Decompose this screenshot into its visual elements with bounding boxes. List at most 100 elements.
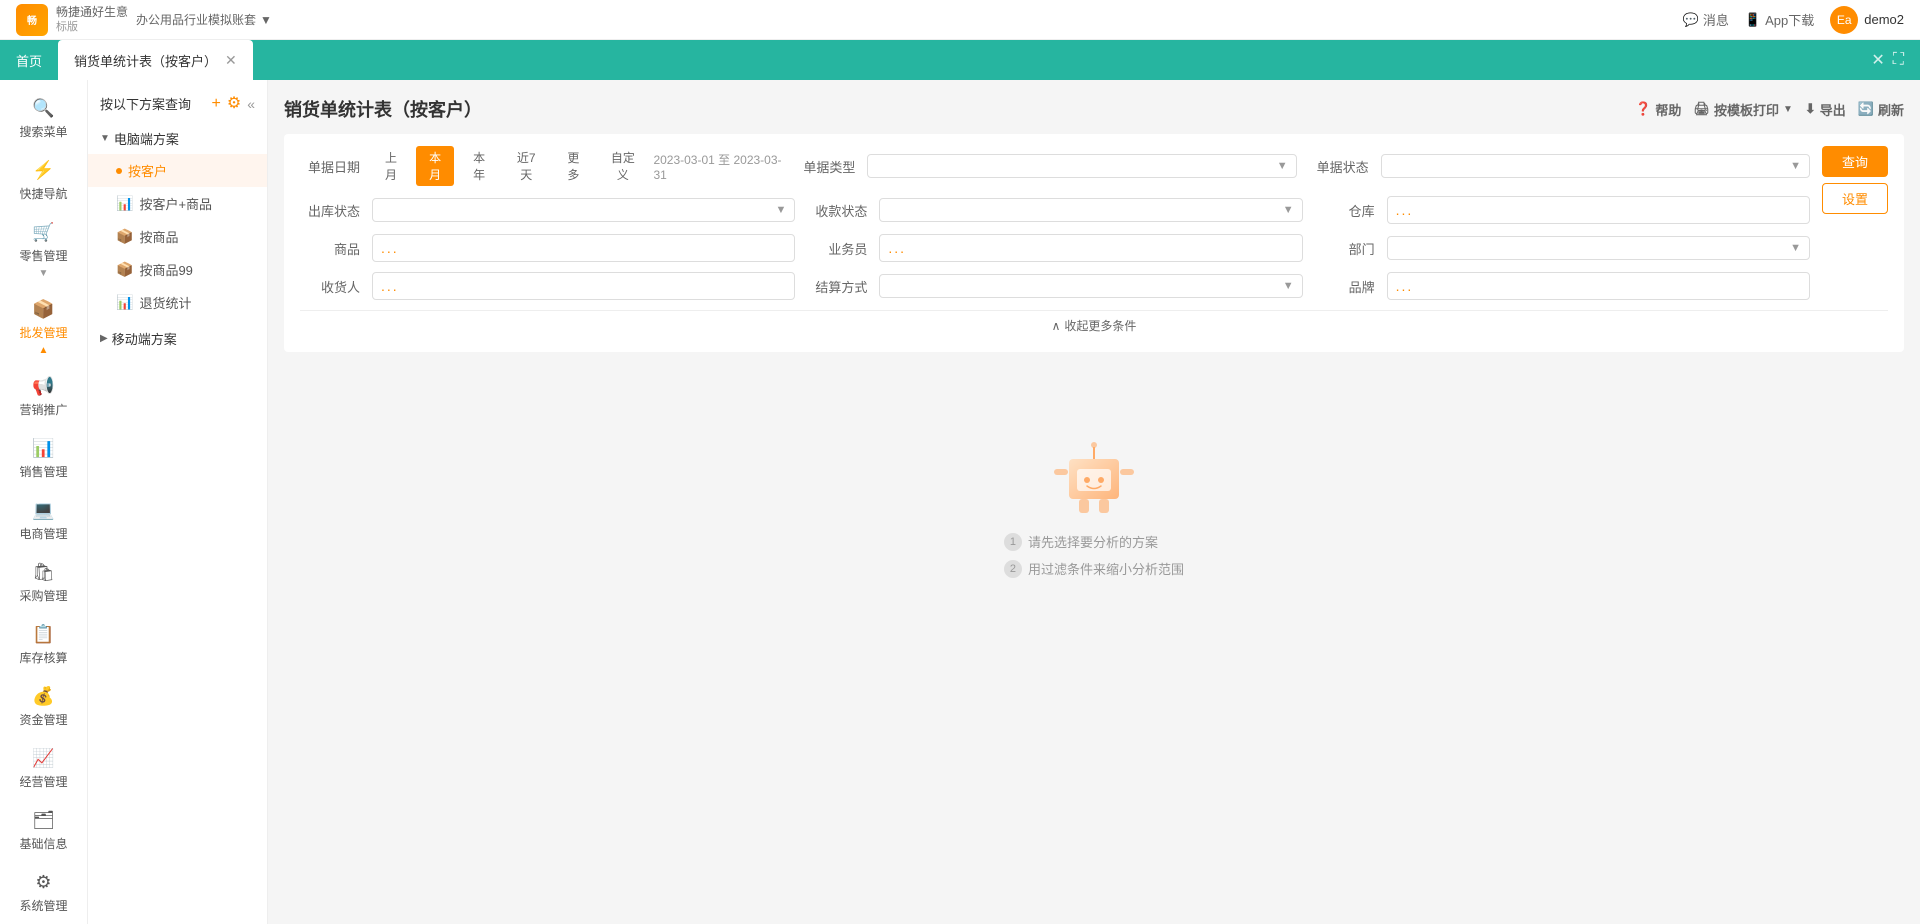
sidebar-item-marketing[interactable]: 📢 营销推广 [0,366,87,428]
settlement-select[interactable]: ▼ [879,274,1302,298]
page-title-row: 销货单统计表（按客户） ❓ 帮助 🖨 按模板打印 ▼ ⬇ 导出 [284,96,1904,122]
scheme-group-pc-header[interactable]: ▼ 电脑端方案 [88,123,267,154]
settings-button[interactable]: 设置 [1822,183,1888,214]
marketing-icon: 📢 [32,376,54,397]
tab-close-icon[interactable]: ✕ [225,52,237,69]
order-type-label: 单据类型 [795,157,855,176]
date-btn-more[interactable]: 更多 [554,146,592,186]
warehouse-select[interactable]: ... [1387,196,1810,224]
sidebar-item-retail[interactable]: 🛒 零售管理 ▼ [0,212,87,289]
finance-icon: 💰 [32,686,54,707]
top-bar-left: 畅 畅捷通好生意 标版 办公用品行业模拟账套 ▼ [16,4,272,36]
message-button[interactable]: 💬 消息 [1683,10,1729,29]
group-arrow-down-icon: ▼ [100,133,110,144]
scheme-header-title: 按以下方案查询 [100,94,191,113]
tab-home[interactable]: 首页 [0,40,58,80]
sidebar-item-sales[interactable]: 📊 销售管理 [0,428,87,490]
department-dropdown-icon: ▼ [1790,242,1801,254]
scheme-item-by-product[interactable]: 📦 按商品 [88,220,267,253]
receiver-select[interactable]: ... [372,272,795,300]
filter-row-4: 收货人 ... 结算方式 ▼ 品牌 ... [300,272,1810,300]
window-expand-button[interactable]: ⛶ [1893,50,1904,70]
receiver-label: 收货人 [300,277,360,296]
order-status-select[interactable]: ▼ [1381,154,1810,178]
scheme-group-pc-label: 电脑端方案 [114,129,179,148]
collection-status-label: 收款状态 [807,201,867,220]
collapse-row[interactable]: ∧ 收起更多条件 [300,311,1888,340]
scheme-item-by-customer-product[interactable]: 📊 按客户+商品 [88,187,267,220]
scheme-group-mobile-header[interactable]: ▶ 移动端方案 [88,323,267,354]
sidebar-item-inventory[interactable]: 📋 库存核算 [0,614,87,676]
sidebar-item-purchase[interactable]: 🛍 采购管理 [0,552,87,614]
department-select[interactable]: ▼ [1387,236,1810,260]
print-button[interactable]: 🖨 按模板打印 ▼ [1693,100,1792,119]
search-icon: 🔍 [32,98,54,119]
help-icon: ❓ [1635,101,1651,117]
collection-status-select[interactable]: ▼ [879,198,1302,222]
salesperson-label: 业务员 [807,239,867,258]
scheme-settings-button[interactable]: ⚙ [227,96,241,112]
brand-select[interactable]: ... [1387,272,1810,300]
refresh-button[interactable]: 🔄 刷新 [1858,100,1904,119]
sidebar-item-system[interactable]: ⚙ 系统管理 [0,862,87,924]
collection-status-dropdown-icon: ▼ [1283,204,1294,216]
scheme-add-button[interactable]: + [212,96,221,112]
out-status-select[interactable]: ▼ [372,198,795,222]
date-btn-custom[interactable]: 自定义 [598,146,647,186]
query-button[interactable]: 查询 [1822,146,1888,177]
sidebar-item-basic[interactable]: 🗂 基础信息 [0,800,87,862]
top-bar-right: 💬 消息 📱 App下载 Ea demo2 [1683,6,1904,34]
scheme-collapse-button[interactable]: « [247,96,255,112]
product-icon: 📦 [116,228,133,245]
order-type-select[interactable]: ▼ [867,154,1296,178]
scheme-group-mobile: ▶ 移动端方案 [88,323,267,354]
export-button[interactable]: ⬇ 导出 [1805,100,1846,119]
app-subtitle: 标版 [56,20,128,34]
sales-icon: 📊 [32,438,54,459]
group-arrow-right-icon: ▶ [100,333,108,344]
scheme-header: 按以下方案查询 + ⚙ « [88,88,267,119]
secondary-sidebar: 按以下方案查询 + ⚙ « ▼ 电脑端方案 按客户 📊 [88,80,268,924]
date-label: 单据日期 [300,157,360,176]
help-button[interactable]: ❓ 帮助 [1635,100,1681,119]
basic-icon: 🗂 [32,810,55,831]
date-btn-last-month[interactable]: 上月 [372,146,410,186]
sidebar-item-finance[interactable]: 💰 资金管理 [0,676,87,738]
sidebar-item-ecommerce[interactable]: 💻 电商管理 [0,490,87,552]
tip-num-1: 1 [1004,533,1022,551]
scheme-actions: + ⚙ « [212,96,255,112]
user-name: demo2 [1864,12,1904,27]
scheme-item-by-customer[interactable]: 按客户 [88,154,267,187]
scheme-item-return-stats[interactable]: 📊 退货统计 [88,286,267,319]
salesperson-select[interactable]: ... [879,234,1302,262]
retail-icon: 🛒 [32,222,54,243]
scheme-group-pc: ▼ 电脑端方案 按客户 📊 按客户+商品 📦 按商品 📦 按商品99 [88,123,267,319]
product-select[interactable]: ... [372,234,795,262]
window-close-button[interactable]: ✕ [1871,50,1884,70]
industry-selector[interactable]: 办公用品行业模拟账套 ▼ [136,11,272,28]
industry-dropdown-icon: ▼ [260,13,272,27]
page-title: 销货单统计表（按客户） [284,96,482,122]
scheme-item-by-product99[interactable]: 📦 按商品99 [88,253,267,286]
sidebar: 🔍 搜索菜单 ⚡ 快捷导航 🛒 零售管理 ▼ 📦 批发管理 ▲ 📢 营销推广 📊… [0,80,88,924]
tab-sales-stats[interactable]: 销货单统计表（按客户） ✕ [58,40,253,80]
brand-label: 品牌 [1315,277,1375,296]
app-download-button[interactable]: 📱 App下载 [1745,10,1814,29]
ecommerce-icon: 💻 [32,500,54,521]
date-btn-this-year[interactable]: 本年 [460,146,498,186]
date-btn-7days[interactable]: 近7天 [504,146,548,186]
content-area: 按以下方案查询 + ⚙ « ▼ 电脑端方案 按客户 📊 [88,80,1920,924]
sidebar-item-quicknav[interactable]: ⚡ 快捷导航 [0,150,87,212]
filter-row-1: 单据日期 上月 本月 本年 近7天 更多 自定义 2023-03-01 至 20… [300,146,1810,186]
empty-state: 1 请先选择要分析的方案 2 用过滤条件来缩小分析范围 [284,364,1904,638]
inventory-icon: 📋 [32,624,54,645]
sidebar-item-wholesale[interactable]: 📦 批发管理 ▲ [0,289,87,366]
product99-icon: 📦 [116,261,133,278]
print-icon: 🖨 [1693,101,1710,117]
sidebar-item-search[interactable]: 🔍 搜索菜单 [0,88,87,150]
date-btn-this-month[interactable]: 本月 [416,146,454,186]
active-dot-icon [116,168,122,174]
window-buttons: ✕ ⛶ [1855,50,1920,70]
sidebar-item-operations[interactable]: 📈 经营管理 [0,738,87,800]
empty-tip-1: 1 请先选择要分析的方案 [1004,532,1184,551]
